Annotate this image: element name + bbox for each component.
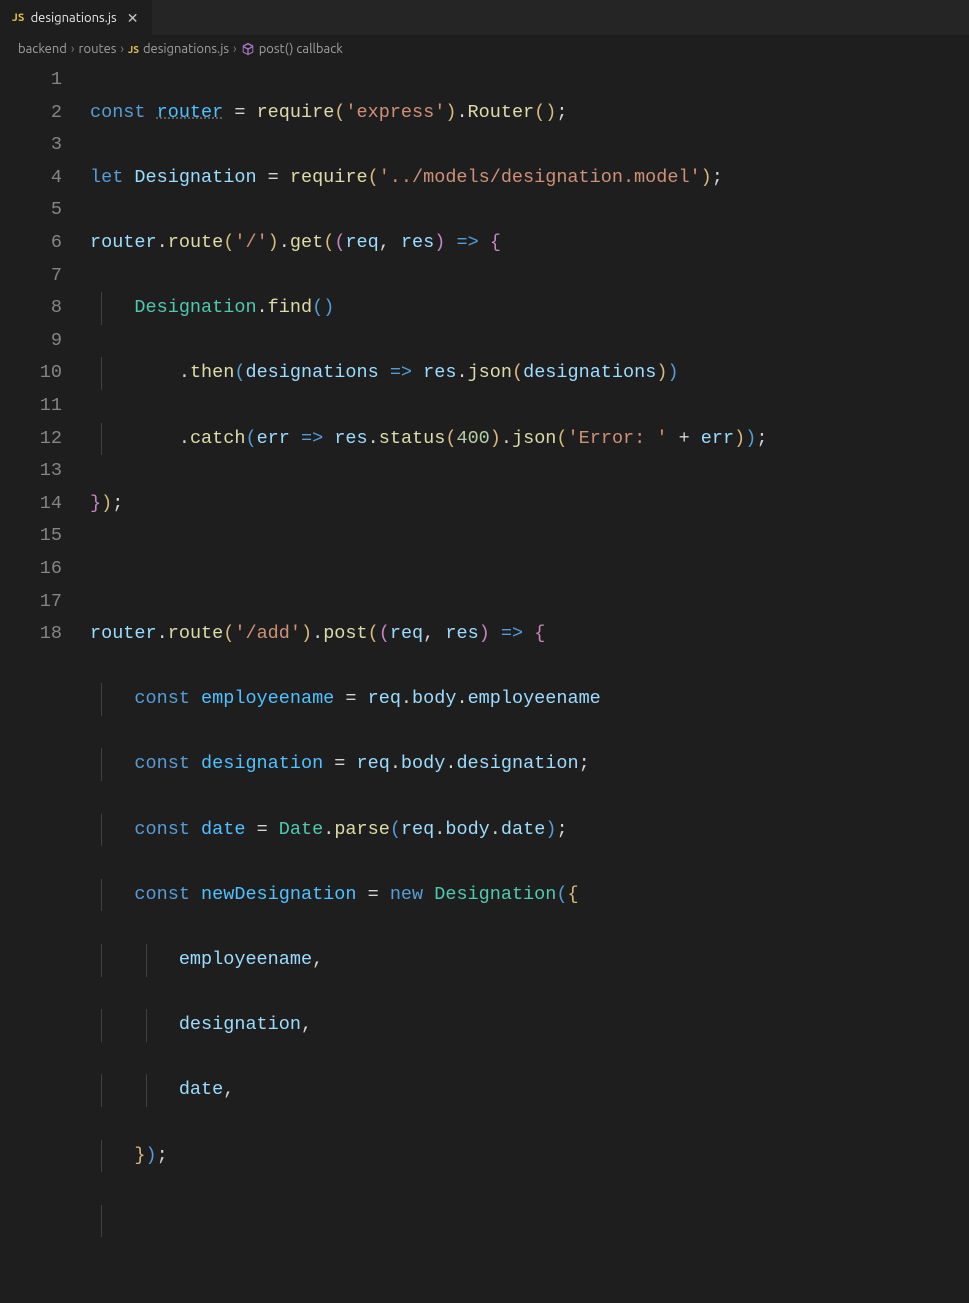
code-line[interactable]: const employeename = req.body.employeena… <box>90 683 767 716</box>
code-line[interactable]: .then(designations => res.json(designati… <box>90 357 767 390</box>
line-number: 17 <box>0 586 62 619</box>
tab-bar: JS designations.js ✕ <box>0 0 969 36</box>
code-line[interactable]: const router = require('express').Router… <box>90 97 767 130</box>
line-number: 5 <box>0 194 62 227</box>
code-line[interactable]: }); <box>90 1140 767 1173</box>
line-number: 15 <box>0 520 62 553</box>
code-line[interactable]: }); <box>90 488 767 521</box>
line-number: 13 <box>0 455 62 488</box>
code-line[interactable] <box>90 553 767 586</box>
line-number: 10 <box>0 357 62 390</box>
javascript-file-icon: JS <box>12 12 25 24</box>
line-number: 14 <box>0 488 62 521</box>
tab-filename: designations.js <box>31 11 117 25</box>
javascript-file-icon: JS <box>128 44 139 55</box>
code-editor[interactable]: 1 2 3 4 5 6 7 8 9 10 11 12 13 14 15 16 1… <box>0 62 969 1303</box>
line-number: 1 <box>0 64 62 97</box>
code-line[interactable] <box>90 1205 767 1238</box>
line-number: 8 <box>0 292 62 325</box>
code-line[interactable]: designation, <box>90 1009 767 1042</box>
breadcrumb-segment-symbol[interactable]: post() callback <box>259 42 343 56</box>
breadcrumb-segment-folder[interactable]: backend <box>18 42 67 56</box>
chevron-right-icon: › <box>233 42 237 56</box>
code-line[interactable]: const date = Date.parse(req.body.date); <box>90 814 767 847</box>
code-line[interactable]: router.route('/').get((req, res) => { <box>90 227 767 260</box>
code-line[interactable]: const designation = req.body.designation… <box>90 748 767 781</box>
code-content[interactable]: const router = require('express').Router… <box>84 64 767 1303</box>
line-number: 12 <box>0 423 62 456</box>
code-line[interactable]: router.route('/add').post((req, res) => … <box>90 618 767 651</box>
code-line[interactable]: .catch(err => res.status(400).json('Erro… <box>90 423 767 456</box>
code-line[interactable]: const newDesignation = new Designation({ <box>90 879 767 912</box>
line-number: 11 <box>0 390 62 423</box>
line-number: 6 <box>0 227 62 260</box>
method-icon <box>241 42 255 56</box>
breadcrumb-segment-file[interactable]: designations.js <box>143 42 229 56</box>
editor-tab[interactable]: JS designations.js ✕ <box>0 0 153 35</box>
line-number-gutter: 1 2 3 4 5 6 7 8 9 10 11 12 13 14 15 16 1… <box>0 64 84 1303</box>
line-number: 18 <box>0 618 62 651</box>
line-number: 9 <box>0 325 62 358</box>
code-line[interactable]: Designation.find() <box>90 292 767 325</box>
code-line[interactable]: let Designation = require('../models/des… <box>90 162 767 195</box>
line-number: 7 <box>0 260 62 293</box>
code-line[interactable]: date, <box>90 1074 767 1107</box>
line-number: 3 <box>0 129 62 162</box>
code-line[interactable]: employeename, <box>90 944 767 977</box>
line-number: 2 <box>0 97 62 130</box>
breadcrumb-segment-folder[interactable]: routes <box>79 42 117 56</box>
close-icon[interactable]: ✕ <box>123 9 143 27</box>
chevron-right-icon: › <box>71 42 75 56</box>
chevron-right-icon: › <box>120 42 124 56</box>
line-number: 16 <box>0 553 62 586</box>
line-number: 4 <box>0 162 62 195</box>
breadcrumb[interactable]: backend › routes › JS designations.js › … <box>0 36 969 62</box>
